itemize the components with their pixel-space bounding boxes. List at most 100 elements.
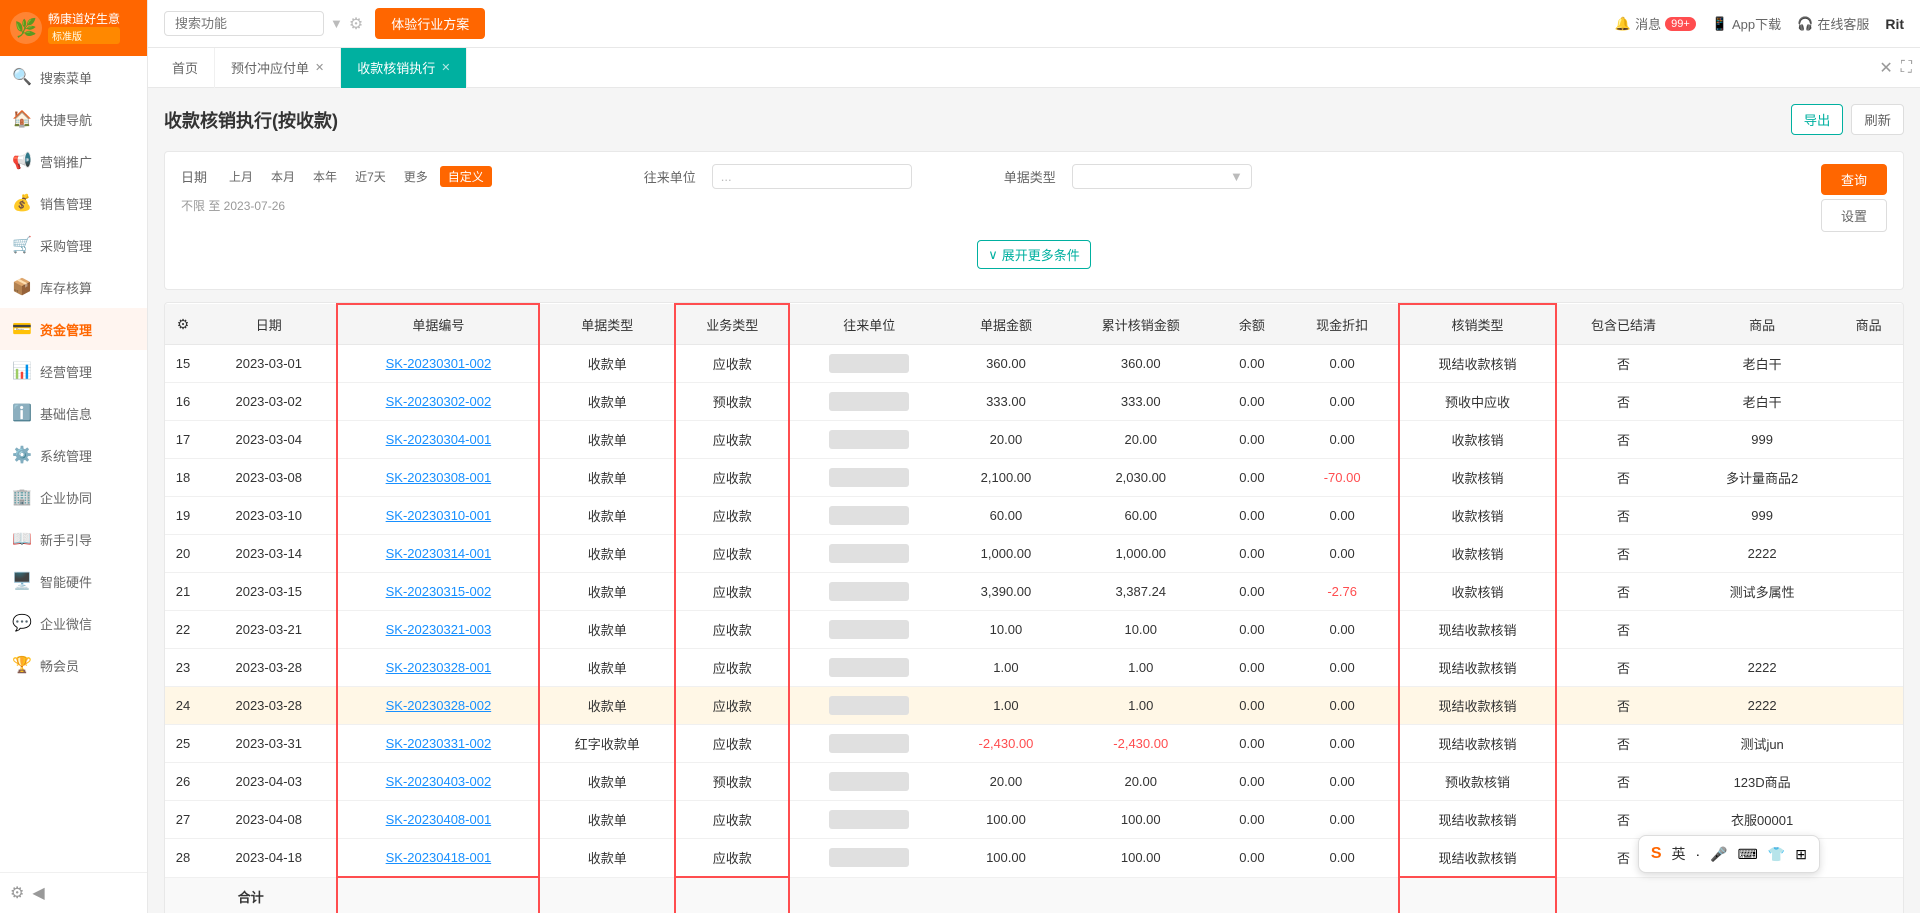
- sogou-mic-icon[interactable]: 🎤: [1710, 846, 1727, 863]
- sogou-shirt-icon[interactable]: 👕: [1768, 846, 1785, 863]
- tab-prepay-order[interactable]: 预付冲应付单 ✕: [215, 48, 341, 88]
- industry-solution-button[interactable]: 体验行业方案: [375, 8, 485, 39]
- sidebar-item-inventory[interactable]: 📦 库存核算: [0, 266, 147, 308]
- table-row: 22 2023-03-21 SK-20230321-003 收款单 应收款 10…: [165, 611, 1903, 649]
- cell-product2: [1834, 421, 1903, 459]
- th-counterpart: 往来单位: [789, 304, 948, 345]
- sogou-input-label[interactable]: 英: [1672, 844, 1686, 864]
- footer-cancel-type: [1399, 877, 1556, 913]
- expand-label: 展开更多条件: [1002, 245, 1080, 264]
- sidebar-item-enterprise[interactable]: 🏢 企业协同: [0, 476, 147, 518]
- date-btn-custom[interactable]: 自定义: [440, 166, 492, 187]
- th-discount: 现金折扣: [1286, 304, 1399, 345]
- cell-counterpart: [789, 345, 948, 383]
- cell-amount: 10.00: [948, 611, 1064, 649]
- date-filter-label: 日期: [181, 167, 207, 186]
- export-button[interactable]: 导出: [1791, 104, 1844, 135]
- tab-prepay-close-icon[interactable]: ✕: [315, 61, 324, 74]
- collapse-icon[interactable]: ◀: [32, 883, 44, 903]
- date-btn-more[interactable]: 更多: [398, 166, 434, 187]
- bill-no-link[interactable]: SK-20230301-002: [386, 356, 492, 371]
- tab-home[interactable]: 首页: [156, 48, 215, 88]
- cell-product2: [1834, 801, 1903, 839]
- tab-fullscreen-icon[interactable]: ⛶: [1901, 59, 1912, 77]
- online-service-link[interactable]: 🎧 在线客服: [1797, 14, 1869, 33]
- bill-no-link[interactable]: SK-20230418-001: [386, 850, 492, 865]
- bill-no-link[interactable]: SK-20230328-002: [386, 698, 492, 713]
- marketing-icon: 📢: [12, 151, 32, 171]
- cell-bill-no: SK-20230301-002: [337, 345, 539, 383]
- sidebar-item-quicknav[interactable]: 🏠 快捷导航: [0, 98, 147, 140]
- tab-close-window-icon[interactable]: ✕: [1879, 58, 1892, 78]
- bill-no-link[interactable]: SK-20230308-001: [386, 470, 492, 485]
- date-btn-this-year[interactable]: 本年: [307, 166, 343, 187]
- cell-cancel-amount: 3,387.24: [1064, 573, 1218, 611]
- settings-icon[interactable]: ⚙: [10, 883, 24, 903]
- tab-receipt-close-icon[interactable]: ✕: [441, 61, 450, 74]
- sidebar-item-finance-label: 资金管理: [40, 320, 92, 339]
- bill-no-link[interactable]: SK-20230408-001: [386, 812, 492, 827]
- cell-cancel-type: 收款核销: [1399, 459, 1556, 497]
- cell-balance: 0.00: [1218, 839, 1287, 878]
- settings-button[interactable]: 设置: [1821, 199, 1887, 232]
- cell-amount: 1.00: [948, 649, 1064, 687]
- sidebar-item-system[interactable]: ⚙️ 系统管理: [0, 434, 147, 476]
- bill-no-link[interactable]: SK-20230310-001: [386, 508, 492, 523]
- footer-amount: [948, 877, 1064, 913]
- table-row: 15 2023-03-01 SK-20230301-002 收款单 应收款 36…: [165, 345, 1903, 383]
- tab-receipt-cancel[interactable]: 收款核销执行 ✕: [341, 48, 467, 88]
- sidebar-item-vip[interactable]: 🏆 畅会员: [0, 644, 147, 686]
- bill-no-link[interactable]: SK-20230321-003: [386, 622, 492, 637]
- cell-cancel-amount: 20.00: [1064, 421, 1218, 459]
- sogou-grid-icon[interactable]: ⊞: [1795, 846, 1807, 863]
- sidebar: 🌿 畅康道好生意 标准版 🔍 搜索菜单 🏠 快捷导航 📢 营销推广 💰 销售管理…: [0, 0, 148, 913]
- app-download-link[interactable]: 📱 App下载: [1712, 14, 1781, 33]
- sidebar-item-inventory-label: 库存核算: [40, 278, 92, 297]
- notification-area[interactable]: 🔔 消息 99+: [1615, 14, 1696, 33]
- topbar-search-input[interactable]: [164, 11, 324, 36]
- sidebar-item-basicinfo[interactable]: ℹ️ 基础信息: [0, 392, 147, 434]
- cell-cancel-type: 收款核销: [1399, 535, 1556, 573]
- cell-cancel-amount: 360.00: [1064, 345, 1218, 383]
- bill-no-link[interactable]: SK-20230328-001: [386, 660, 492, 675]
- sogou-keyboard-icon[interactable]: ⌨: [1738, 846, 1758, 863]
- table-row: 26 2023-04-03 SK-20230403-002 收款单 预收款 20…: [165, 763, 1903, 801]
- user-name[interactable]: Rit: [1885, 16, 1904, 32]
- date-btn-last-month[interactable]: 上月: [223, 166, 259, 187]
- bill-type-select[interactable]: ▼: [1072, 164, 1252, 189]
- footer-biz-type: [675, 877, 789, 913]
- sidebar-item-sales[interactable]: 💰 销售管理: [0, 182, 147, 224]
- cell-balance: 0.00: [1218, 573, 1287, 611]
- sidebar-item-guide[interactable]: 📖 新手引导: [0, 518, 147, 560]
- bill-no-link[interactable]: SK-20230403-002: [386, 774, 492, 789]
- sidebar-item-search[interactable]: 🔍 搜索菜单: [0, 56, 147, 98]
- expand-more-button[interactable]: ∨ 展开更多条件: [977, 240, 1091, 269]
- date-btn-this-month[interactable]: 本月: [265, 166, 301, 187]
- floating-toolbar: S 英 · 🎤 ⌨ 👕 ⊞: [1638, 835, 1820, 873]
- cell-included: 否: [1556, 535, 1690, 573]
- date-btn-7days[interactable]: 近7天: [349, 166, 392, 187]
- bill-no-link[interactable]: SK-20230302-002: [386, 394, 492, 409]
- cell-date: 2023-03-31: [201, 725, 337, 763]
- cell-counterpart: [789, 763, 948, 801]
- bill-no-link[interactable]: SK-20230304-001: [386, 432, 492, 447]
- th-bill-type: 单据类型: [539, 304, 675, 345]
- cell-biz-type: 应收款: [675, 345, 789, 383]
- refresh-button[interactable]: 刷新: [1851, 104, 1904, 135]
- sidebar-item-operations[interactable]: 📊 经营管理: [0, 350, 147, 392]
- query-button[interactable]: 查询: [1821, 164, 1887, 195]
- bill-no-link[interactable]: SK-20230331-002: [386, 736, 492, 751]
- logo-text: 畅康道好生意: [48, 12, 120, 28]
- bill-no-link[interactable]: SK-20230314-001: [386, 546, 492, 561]
- cell-product2: [1834, 839, 1903, 878]
- sidebar-item-hardware[interactable]: 🖥️ 智能硬件: [0, 560, 147, 602]
- sidebar-item-wechat[interactable]: 💬 企业微信: [0, 602, 147, 644]
- search-menu-icon: 🔍: [12, 67, 32, 87]
- topbar-gear-icon[interactable]: ⚙: [349, 14, 363, 34]
- cell-product2: [1834, 459, 1903, 497]
- bill-no-link[interactable]: SK-20230315-002: [386, 584, 492, 599]
- sidebar-item-purchase[interactable]: 🛒 采购管理: [0, 224, 147, 266]
- cell-discount: 0.00: [1286, 535, 1399, 573]
- sidebar-item-marketing[interactable]: 📢 营销推广: [0, 140, 147, 182]
- sidebar-item-finance[interactable]: 💳 资金管理: [0, 308, 147, 350]
